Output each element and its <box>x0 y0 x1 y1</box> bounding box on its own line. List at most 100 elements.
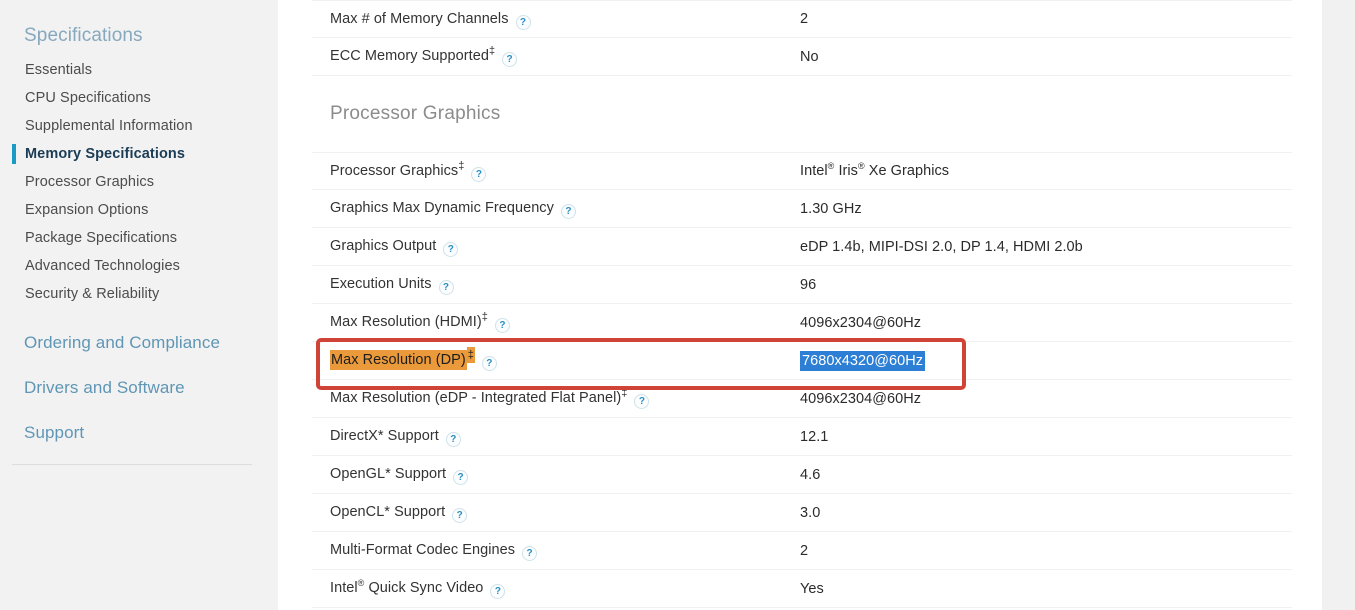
spec-value: 4.6 <box>800 467 820 483</box>
page-root: Specifications Essentials CPU Specificati… <box>0 0 1355 610</box>
footnote-dagger-icon: ‡ <box>466 347 475 364</box>
help-question-icon[interactable]: ? <box>471 166 487 182</box>
spec-value-text: 4.6 <box>800 466 821 483</box>
spec-label-text: Max Resolution (DP) <box>330 350 467 370</box>
sidebar-section-support[interactable]: Support <box>0 418 278 448</box>
spec-row: ECC Memory Supported‡? No <box>312 38 1292 76</box>
spec-value-text: 2 <box>800 11 809 27</box>
spec-label: Processor Graphics‡? <box>330 160 487 182</box>
spec-label: Max Resolution (DP) ‡? <box>330 347 497 371</box>
spec-label: OpenGL* Support? <box>330 466 469 485</box>
spec-label: ECC Memory Supported‡? <box>330 46 518 67</box>
spec-value: 7680x4320@60Hz <box>800 350 926 371</box>
help-question-icon[interactable]: ? <box>443 242 459 257</box>
spec-label-text: Max # of Memory Channels <box>330 10 509 27</box>
spec-value-text: 1.30 GHz <box>800 200 862 217</box>
help-question-icon[interactable]: ? <box>445 432 461 447</box>
sidebar-item-expansion-options[interactable]: Expansion Options <box>0 196 278 224</box>
sidebar-item-package-specifications[interactable]: Package Specifications <box>0 224 278 252</box>
spec-row: Max Resolution (HDMI)‡? 4096x2304@60Hz <box>312 304 1292 342</box>
spec-value: 4096x2304@60Hz <box>800 391 921 407</box>
spec-value-text: 3.0 <box>800 504 821 521</box>
sidebar-item-advanced-technologies[interactable]: Advanced Technologies <box>0 252 278 280</box>
spec-label-text: ECC Memory Supported <box>330 48 489 64</box>
processor-graphics-rows: Processor Graphics‡? Intel® Iris® Xe Grap… <box>312 152 1292 608</box>
sidebar-item-supplemental-information[interactable]: Supplemental Information <box>0 112 278 140</box>
sidebar-section-list: Ordering and Compliance Drivers and Softw… <box>0 328 278 448</box>
spec-value-text: No <box>800 48 819 65</box>
spec-value: eDP 1.4b, MIPI-DSI 2.0, DP 1.4, HDMI 2.0… <box>800 239 1083 255</box>
memory-specifications-rows: Max # of Memory Channels? 2 ECC Memory Sup… <box>312 0 1292 76</box>
sidebar-section-drivers-and-software[interactable]: Drivers and Software <box>0 373 278 403</box>
spec-value: Yes <box>800 581 824 597</box>
spec-value: 12.1 <box>800 429 828 445</box>
specifications-table: Max # of Memory Channels? 2 ECC Memory Sup… <box>312 0 1292 608</box>
spec-value: 4096x2304@60Hz <box>800 315 921 331</box>
spec-label-text: OpenCL* Support <box>330 504 446 520</box>
spec-row: OpenCL* Support? 3.0 <box>312 494 1292 532</box>
spec-value: 2 <box>800 543 808 559</box>
sidebar-divider <box>12 464 252 465</box>
spec-row: Graphics Output? eDP 1.4b, MIPI-DSI 2.0, … <box>312 228 1292 266</box>
spec-label: Graphics Max Dynamic Frequency? <box>330 200 576 219</box>
spec-label: Execution Units? <box>330 276 454 295</box>
footnote-dagger-icon: ‡ <box>621 387 628 400</box>
spec-value: 3.0 <box>800 505 820 521</box>
footnote-dagger-icon: ‡ <box>481 311 488 324</box>
spec-row: Max Resolution (DP) ‡? 7680x4320@60Hz <box>312 342 1292 380</box>
sidebar-section-ordering-and-compliance[interactable]: Ordering and Compliance <box>0 328 278 358</box>
spec-label-text: Intel® Quick Sync Video <box>330 578 484 596</box>
sidebar-item-cpu-specifications[interactable]: CPU Specifications <box>0 84 278 112</box>
help-question-icon[interactable]: ? <box>502 52 518 67</box>
sidebar-heading: Specifications <box>24 25 143 46</box>
spec-row: Processor Graphics‡? Intel® Iris® Xe Grap… <box>312 152 1292 190</box>
sidebar-item-security-reliability[interactable]: Security & Reliability <box>0 280 278 308</box>
spec-label-text: Multi-Format Codec Engines <box>330 542 516 558</box>
spec-row: Graphics Max Dynamic Frequency? 1.30 GHz <box>312 190 1292 228</box>
spec-value-text: Intel® Iris® Xe Graphics <box>800 161 950 179</box>
sidebar-item-processor-graphics[interactable]: Processor Graphics <box>0 168 278 196</box>
help-question-icon[interactable]: ? <box>494 318 510 333</box>
spec-value-text: 96 <box>800 276 817 293</box>
spec-row: Max Resolution (eDP - Integrated Flat Pa… <box>312 380 1292 418</box>
content-area: Max # of Memory Channels? 2 ECC Memory Sup… <box>278 0 1322 610</box>
spec-label: OpenCL* Support? <box>330 504 468 523</box>
sidebar-item-essentials[interactable]: Essentials <box>0 56 278 84</box>
sidebar-item-memory-specifications[interactable]: Memory Specifications <box>0 140 278 168</box>
help-question-icon[interactable]: ? <box>634 394 650 409</box>
spec-label-text: OpenGL* Support <box>330 466 447 482</box>
spec-row: OpenGL* Support? 4.6 <box>312 456 1292 494</box>
spec-label: DirectX* Support? <box>330 428 461 447</box>
help-question-icon[interactable]: ? <box>481 356 497 371</box>
spec-value-text: 7680x4320@60Hz <box>800 350 926 371</box>
spec-value-text: 4096x2304@60Hz <box>800 390 922 407</box>
help-question-icon[interactable]: ? <box>438 280 454 295</box>
spec-value-text: Yes <box>800 580 824 597</box>
spec-label: Multi-Format Codec Engines? <box>330 542 538 561</box>
spec-value-text: 4096x2304@60Hz <box>800 314 922 331</box>
spec-label-text: Max Resolution (HDMI) <box>330 314 482 330</box>
spec-row: Multi-Format Codec Engines? 2 <box>312 532 1292 570</box>
spec-label: Intel® Quick Sync Video? <box>330 578 506 599</box>
spec-label-text: Execution Units <box>330 276 432 292</box>
spec-label-text: Graphics Max Dynamic Frequency <box>330 200 554 216</box>
help-question-icon[interactable]: ? <box>522 546 538 561</box>
spec-row: Intel® Quick Sync Video? Yes <box>312 570 1292 608</box>
spec-value: 1.30 GHz <box>800 201 862 217</box>
spec-label-text: Graphics Output <box>330 238 437 254</box>
spec-label: Graphics Output? <box>330 238 459 257</box>
section-title: Processor Graphics <box>330 103 501 124</box>
help-question-icon[interactable]: ? <box>453 470 469 485</box>
spec-row: DirectX* Support? 12.1 <box>312 418 1292 456</box>
spec-label-text: Max Resolution (eDP - Integrated Flat Pa… <box>330 390 622 406</box>
spec-value: No <box>800 49 819 65</box>
spec-row: Max # of Memory Channels? 2 <box>312 0 1292 38</box>
spec-row: Execution Units? 96 <box>312 266 1292 304</box>
help-question-icon[interactable]: ? <box>452 508 468 523</box>
help-question-icon[interactable]: ? <box>490 584 506 599</box>
spec-label: Max Resolution (eDP - Integrated Flat Pa… <box>330 387 650 409</box>
help-question-icon[interactable]: ? <box>560 204 576 219</box>
help-question-icon[interactable]: ? <box>515 14 531 30</box>
spec-label: Max # of Memory Channels? <box>330 10 531 30</box>
